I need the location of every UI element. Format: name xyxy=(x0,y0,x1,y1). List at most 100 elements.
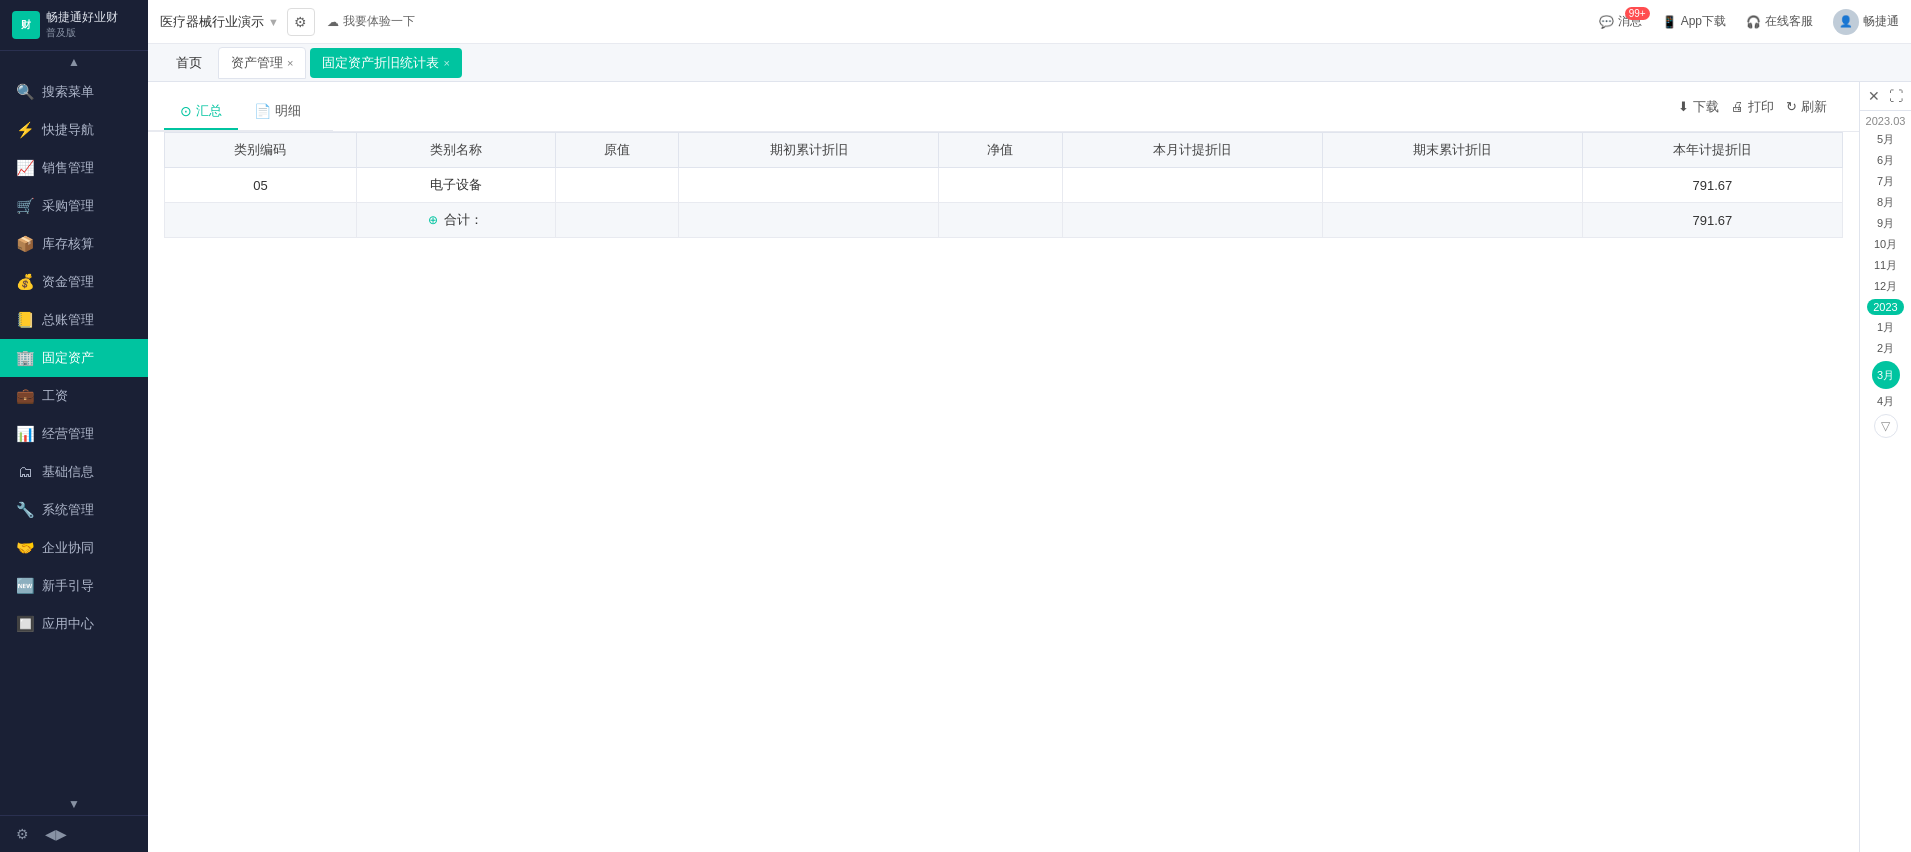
download-label: 下载 xyxy=(1693,98,1719,116)
user-menu[interactable]: 👤 畅捷通 xyxy=(1833,9,1899,35)
settings-button[interactable]: ⚙ xyxy=(287,8,315,36)
sidebar-item-appcenter[interactable]: 🔲 应用中心 xyxy=(0,605,148,643)
dropdown-arrow-icon: ▼ xyxy=(268,16,279,28)
tab-home-label: 首页 xyxy=(176,54,202,72)
col-original: 原值 xyxy=(555,133,678,168)
panel-month-5[interactable]: 5月 xyxy=(1860,129,1911,150)
panel-scroll-down-btn[interactable]: ▽ xyxy=(1874,414,1898,438)
tab-home[interactable]: 首页 xyxy=(164,48,214,78)
panel-period: 2023.03 xyxy=(1866,111,1906,129)
experience-button[interactable]: ☁ 我要体验一下 xyxy=(327,13,415,30)
sidebar-item-label: 基础信息 xyxy=(42,463,94,481)
panel-month-mar-active[interactable]: 3月 xyxy=(1872,361,1900,389)
sidebar-item-assets[interactable]: 🏢 固定资产 xyxy=(0,339,148,377)
sidebar-item-label: 企业协同 xyxy=(42,539,94,557)
lightning-icon: ⚡ xyxy=(16,121,34,139)
col-code: 类别编码 xyxy=(165,133,357,168)
grid-icon: 🔲 xyxy=(16,615,34,633)
sidebar-item-quicknav[interactable]: ⚡ 快捷导航 xyxy=(0,111,148,149)
panel-month-11[interactable]: 11月 xyxy=(1860,255,1911,276)
sidebar-item-system[interactable]: 🔧 系统管理 xyxy=(0,491,148,529)
refresh-icon: ↻ xyxy=(1786,99,1797,114)
tab-assets-mgmt-label: 资产管理 xyxy=(231,54,283,72)
tab-depreciation-label: 固定资产折旧统计表 xyxy=(322,54,439,72)
sidebar-item-ledger[interactable]: 📒 总账管理 xyxy=(0,301,148,339)
toolbar: ⬇ 下载 🖨 打印 ↻ 刷新 xyxy=(1662,90,1843,124)
refresh-button[interactable]: ↻ 刷新 xyxy=(1786,98,1827,116)
summary-icon: ⊙ xyxy=(180,103,192,119)
messages-badge: 99+ xyxy=(1625,7,1650,20)
sidebar-item-guide[interactable]: 🆕 新手引导 xyxy=(0,567,148,605)
online-service-button[interactable]: 🎧 在线客服 xyxy=(1746,13,1813,30)
row-initial-dep xyxy=(678,168,938,203)
row-code: 05 xyxy=(165,168,357,203)
tab-assets-mgmt-close[interactable]: × xyxy=(287,57,293,69)
table-wrapper: 类别编码 类别名称 原值 期初累计折旧 净值 本月计提折旧 期末累计折旧 本年计… xyxy=(148,132,1859,852)
panel-month-9[interactable]: 9月 xyxy=(1860,213,1911,234)
wrench-icon: 🔧 xyxy=(16,501,34,519)
sidebar-item-label: 固定资产 xyxy=(42,349,94,367)
col-initial-dep: 期初累计折旧 xyxy=(678,133,938,168)
panel-month-12[interactable]: 12月 xyxy=(1860,276,1911,297)
sidebar-item-label: 应用中心 xyxy=(42,615,94,633)
sidebar-item-funds[interactable]: 💰 资金管理 xyxy=(0,263,148,301)
print-icon: 🖨 xyxy=(1731,99,1744,114)
company-name: 医疗器械行业演示 xyxy=(160,13,264,31)
tab-depreciation[interactable]: 固定资产折旧统计表 × xyxy=(310,48,461,78)
scroll-up-btn[interactable]: ▲ xyxy=(0,51,148,73)
panel-month-10[interactable]: 10月 xyxy=(1860,234,1911,255)
app-download-button[interactable]: 📱 App下载 xyxy=(1662,13,1726,30)
main-area: 医疗器械行业演示 ▼ ⚙ ☁ 我要体验一下 💬 消息 99+ 📱 App下载 🎧… xyxy=(148,0,1911,852)
sidebar-item-label: 经营管理 xyxy=(42,425,94,443)
download-icon: ⬇ xyxy=(1678,99,1689,114)
sidebar-item-purchase[interactable]: 🛒 采购管理 xyxy=(0,187,148,225)
settings-icon[interactable]: ⚙ xyxy=(16,826,29,842)
collapse-icon[interactable]: ◀▶ xyxy=(45,826,67,842)
panel-header: ✕ ⛶ xyxy=(1860,82,1911,111)
company-selector[interactable]: 医疗器械行业演示 ▼ xyxy=(160,13,279,31)
print-button[interactable]: 🖨 打印 xyxy=(1731,98,1774,116)
folder-icon: 🗂 xyxy=(16,463,34,480)
panel-month-8[interactable]: 8月 xyxy=(1860,192,1911,213)
tab-assets-mgmt[interactable]: 资产管理 × xyxy=(218,47,306,79)
panel-month-feb[interactable]: 2月 xyxy=(1860,338,1911,359)
sidebar-item-label: 库存核算 xyxy=(42,235,94,253)
panel-month-jan[interactable]: 1月 xyxy=(1860,317,1911,338)
sidebar-item-basics[interactable]: 🗂 基础信息 xyxy=(0,453,148,491)
sidebar-item-search[interactable]: 🔍 搜索菜单 xyxy=(0,73,148,111)
sidebar-item-salary[interactable]: 💼 工资 xyxy=(0,377,148,415)
print-label: 打印 xyxy=(1748,98,1774,116)
sub-tab-detail[interactable]: 📄 明细 xyxy=(238,94,317,130)
chart-icon: 📈 xyxy=(16,159,34,177)
sub-tab-summary-label: 汇总 xyxy=(196,102,222,120)
message-icon: 💬 xyxy=(1599,15,1614,29)
depreciation-table: 类别编码 类别名称 原值 期初累计折旧 净值 本月计提折旧 期末累计折旧 本年计… xyxy=(164,132,1843,238)
app-download-label: App下载 xyxy=(1681,13,1726,30)
money-icon: 💰 xyxy=(16,273,34,291)
sidebar-item-label: 工资 xyxy=(42,387,68,405)
sidebar-item-inventory[interactable]: 📦 库存核算 xyxy=(0,225,148,263)
panel-month-6[interactable]: 6月 xyxy=(1860,150,1911,171)
total-original xyxy=(555,203,678,238)
panel-close-icon[interactable]: ✕ xyxy=(1868,88,1880,104)
download-button[interactable]: ⬇ 下载 xyxy=(1678,98,1719,116)
logo-text: 畅捷通好业财 xyxy=(46,10,118,26)
headset-icon: 🎧 xyxy=(1746,15,1761,29)
cart-icon: 🛒 xyxy=(16,197,34,215)
sidebar-item-label: 资金管理 xyxy=(42,273,94,291)
tab-depreciation-close[interactable]: × xyxy=(443,57,449,69)
sidebar-item-enterprise[interactable]: 🤝 企业协同 xyxy=(0,529,148,567)
panel-month-7[interactable]: 7月 xyxy=(1860,171,1911,192)
total-net-value xyxy=(939,203,1062,238)
panel-current-year[interactable]: 2023 xyxy=(1867,299,1903,315)
messages-button[interactable]: 💬 消息 99+ xyxy=(1599,13,1642,30)
sidebar-item-operations[interactable]: 📊 经营管理 xyxy=(0,415,148,453)
total-initial-dep xyxy=(678,203,938,238)
phone-icon: 📱 xyxy=(1662,15,1677,29)
cloud-icon: ☁ xyxy=(327,15,339,29)
panel-expand-icon[interactable]: ⛶ xyxy=(1889,88,1903,104)
scroll-down-btn[interactable]: ▼ xyxy=(0,793,148,815)
panel-month-apr[interactable]: 4月 xyxy=(1860,391,1911,412)
sub-tab-summary[interactable]: ⊙ 汇总 xyxy=(164,94,238,130)
sidebar-item-sales[interactable]: 📈 销售管理 xyxy=(0,149,148,187)
